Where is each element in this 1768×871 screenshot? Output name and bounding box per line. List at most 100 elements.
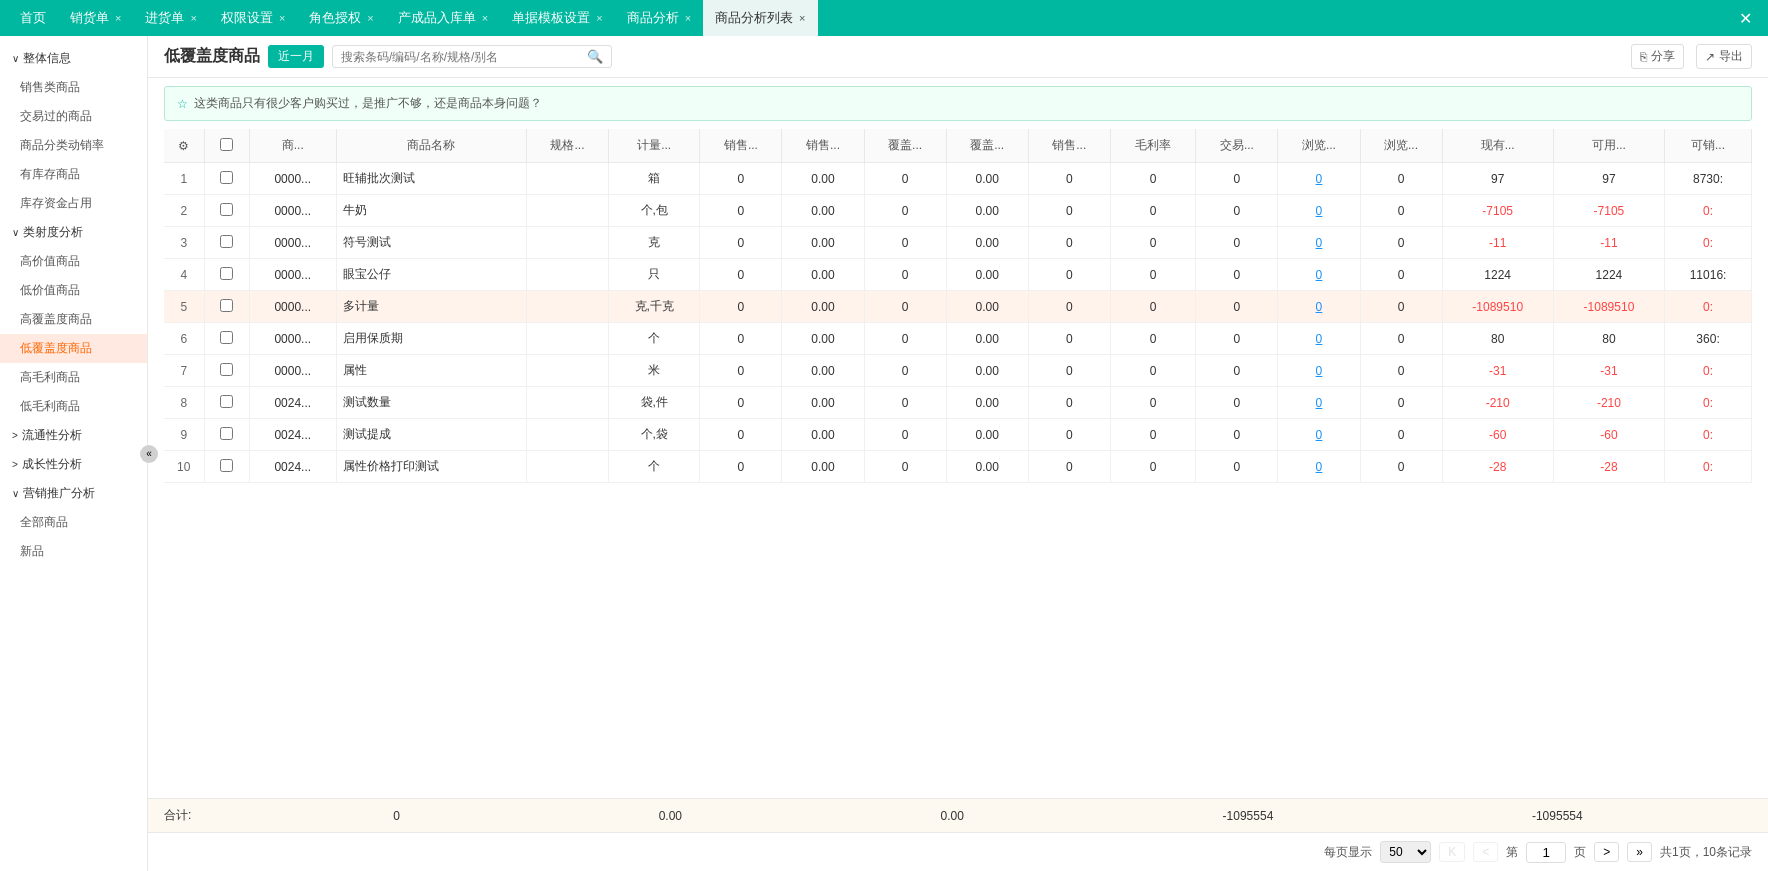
row-browse1[interactable]: 0 <box>1278 227 1360 259</box>
row-gross: 0 <box>1110 419 1196 451</box>
sidebar-section-growth[interactable]: > 成长性分析 <box>0 450 147 479</box>
row-curr: -60 <box>1442 419 1553 451</box>
col-checkbox[interactable] <box>204 129 249 163</box>
sidebar-item-new-goods[interactable]: 新品 <box>0 537 147 566</box>
row-browse1[interactable]: 0 <box>1278 355 1360 387</box>
row-checkbox[interactable] <box>204 163 249 195</box>
row-checkbox[interactable] <box>204 259 249 291</box>
row-browse1[interactable]: 0 <box>1278 451 1360 483</box>
row-checkbox[interactable] <box>204 291 249 323</box>
row-trade: 0 <box>1196 195 1278 227</box>
nav-close-finished-goods[interactable]: × <box>482 12 488 24</box>
row-avail: 97 <box>1553 163 1664 195</box>
prev-page-button[interactable]: < <box>1473 842 1498 862</box>
row-browse1[interactable]: 0 <box>1278 259 1360 291</box>
row-browse1[interactable]: 0 <box>1278 419 1360 451</box>
nav-close-permission[interactable]: × <box>279 12 285 24</box>
row-curr: 80 <box>1442 323 1553 355</box>
sidebar-item-high-value[interactable]: 高价值商品 <box>0 247 147 276</box>
row-cov1: 0 <box>864 227 946 259</box>
sidebar-item-in-stock[interactable]: 有库存商品 <box>0 160 147 189</box>
row-checkbox[interactable] <box>204 387 249 419</box>
nav-goods-analysis[interactable]: 商品分析 × <box>615 0 703 36</box>
nav-close-sales-order[interactable]: × <box>115 12 121 24</box>
sidebar-section-flow[interactable]: > 流通性分析 <box>0 421 147 450</box>
row-num: 1 <box>164 163 204 195</box>
col-settings[interactable]: ⚙ <box>164 129 204 163</box>
per-page-select[interactable]: 50 100 200 <box>1380 841 1431 863</box>
sidebar-item-high-coverage[interactable]: 高覆盖度商品 <box>0 305 147 334</box>
table-row: 10 0024... 属性价格打印测试 个 0 0.00 0 0.00 0 0 … <box>164 451 1752 483</box>
search-input[interactable] <box>341 50 587 64</box>
next-page-button[interactable]: > <box>1594 842 1619 862</box>
nav-goods-analysis-list[interactable]: 商品分析列表 × <box>703 0 817 36</box>
table-row: 9 0024... 测试提成 个,袋 0 0.00 0 0.00 0 0 0 0… <box>164 419 1752 451</box>
row-browse1[interactable]: 0 <box>1278 163 1360 195</box>
nav-sales-order[interactable]: 销货单 × <box>58 0 133 36</box>
nav-role-auth[interactable]: 角色授权 × <box>297 0 385 36</box>
search-box[interactable]: 🔍 <box>332 45 612 68</box>
sidebar-section-coverage[interactable]: ∨ 类射度分析 <box>0 218 147 247</box>
sidebar-item-sales-goods[interactable]: 销售类商品 <box>0 73 147 102</box>
row-checkbox[interactable] <box>204 355 249 387</box>
page-input[interactable] <box>1526 842 1566 863</box>
sidebar-collapse-button[interactable]: « <box>140 445 158 463</box>
sidebar-item-low-coverage[interactable]: 低覆盖度商品 <box>0 334 147 363</box>
nav-permission-settings[interactable]: 权限设置 × <box>209 0 297 36</box>
row-cov1: 0 <box>864 387 946 419</box>
last-page-button[interactable]: » <box>1627 842 1652 862</box>
nav-template-settings[interactable]: 单据模板设置 × <box>500 0 614 36</box>
col-browse1: 浏览... <box>1278 129 1360 163</box>
first-page-button[interactable]: K <box>1439 842 1465 862</box>
row-checkbox[interactable] <box>204 195 249 227</box>
select-all-checkbox[interactable] <box>220 138 233 151</box>
row-unit: 袋,件 <box>609 387 700 419</box>
nav-close-template[interactable]: × <box>596 12 602 24</box>
row-spec <box>526 387 608 419</box>
row-name: 启用保质期 <box>336 323 526 355</box>
row-browse1[interactable]: 0 <box>1278 323 1360 355</box>
row-checkbox[interactable] <box>204 323 249 355</box>
sidebar-item-category-sales-rate[interactable]: 商品分类动销率 <box>0 131 147 160</box>
col-sellable: 可销... <box>1665 129 1752 163</box>
row-sales2: 0.00 <box>782 163 864 195</box>
sidebar-item-low-value[interactable]: 低价值商品 <box>0 276 147 305</box>
row-browse1[interactable]: 0 <box>1278 195 1360 227</box>
export-button[interactable]: ↗ 导出 <box>1696 44 1752 69</box>
table-container[interactable]: ⚙ 商... 商品名称 规格... 计量... 销售... 销售... 覆盖..… <box>148 129 1768 798</box>
row-sellable: 0: <box>1665 227 1752 259</box>
row-checkbox[interactable] <box>204 451 249 483</box>
sidebar-item-traded-goods[interactable]: 交易过的商品 <box>0 102 147 131</box>
nav-purchase-order[interactable]: 进货单 × <box>133 0 208 36</box>
row-browse1[interactable]: 0 <box>1278 291 1360 323</box>
row-spec <box>526 227 608 259</box>
row-checkbox[interactable] <box>204 419 249 451</box>
sidebar-item-high-margin[interactable]: 高毛利商品 <box>0 363 147 392</box>
nav-close-role-auth[interactable]: × <box>367 12 373 24</box>
col-unit: 计量... <box>609 129 700 163</box>
col-gross: 毛利率 <box>1110 129 1196 163</box>
sidebar-item-low-margin[interactable]: 低毛利商品 <box>0 392 147 421</box>
nav-finished-goods[interactable]: 产成品入库单 × <box>386 0 500 36</box>
share-button[interactable]: ⎘ 分享 <box>1631 44 1684 69</box>
row-curr: -28 <box>1442 451 1553 483</box>
row-browse1[interactable]: 0 <box>1278 387 1360 419</box>
sidebar-item-stock-capital[interactable]: 库存资金占用 <box>0 189 147 218</box>
window-close-button[interactable]: ✕ <box>1731 9 1760 28</box>
period-button[interactable]: 近一月 <box>268 45 324 68</box>
sidebar-item-all-goods[interactable]: 全部商品 <box>0 508 147 537</box>
row-unit: 只 <box>609 259 700 291</box>
row-checkbox[interactable] <box>204 227 249 259</box>
nav-close-purchase-order[interactable]: × <box>190 12 196 24</box>
sidebar-section-overall[interactable]: ∨ 整体信息 <box>0 44 147 73</box>
row-sales3: 0 <box>1028 323 1110 355</box>
nav-close-goods-analysis[interactable]: × <box>685 12 691 24</box>
section-promo-label: 营销推广分析 <box>23 485 95 502</box>
row-avail: -11 <box>1553 227 1664 259</box>
nav-home[interactable]: 首页 <box>8 0 58 36</box>
nav-close-goods-analysis-list[interactable]: × <box>799 12 805 24</box>
export-icon: ↗ <box>1705 50 1715 64</box>
row-spec <box>526 163 608 195</box>
section-coverage-label: 类射度分析 <box>23 224 83 241</box>
sidebar-section-promo[interactable]: ∨ 营销推广分析 <box>0 479 147 508</box>
